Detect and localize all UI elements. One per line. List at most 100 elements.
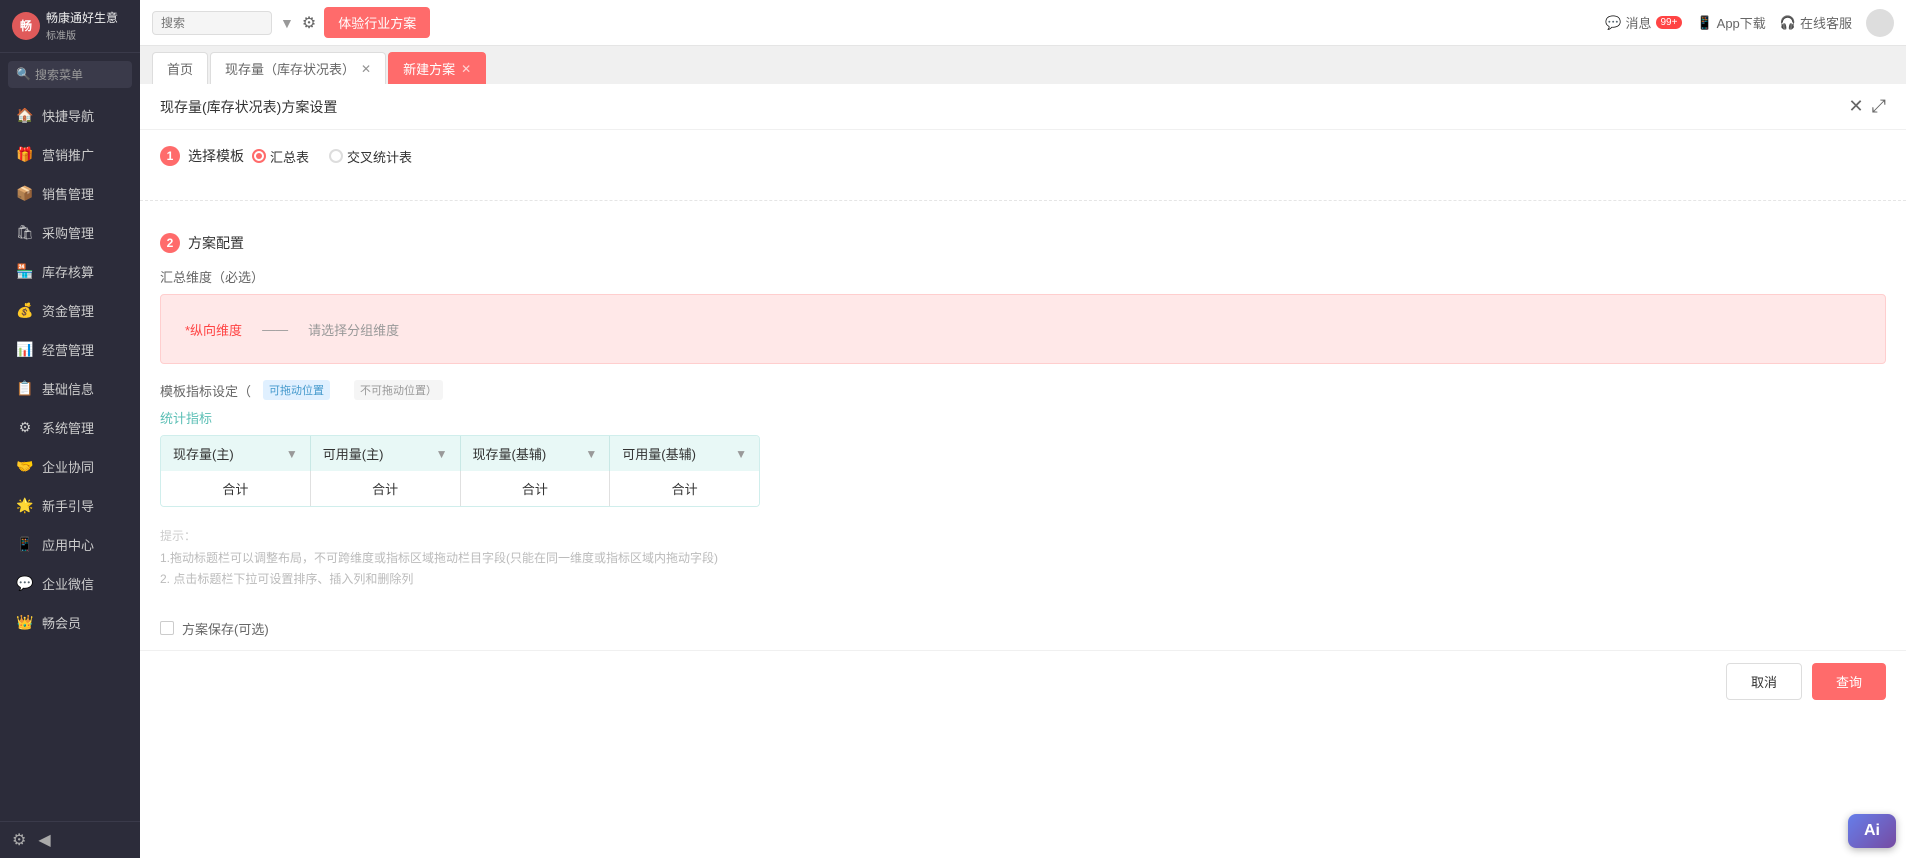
radio-summary[interactable]: 汇总表: [252, 147, 309, 166]
dimension-box: *纵向维度 —— 请选择分组维度: [160, 294, 1886, 364]
tips-section: 提示： 1.拖动标题栏可以调整布局，不可跨维度或指标区域拖动栏目字段(只能在同一…: [160, 526, 1886, 591]
industry-scheme-button[interactable]: 体验行业方案: [324, 7, 430, 38]
collapse-icon[interactable]: ◀: [38, 830, 50, 850]
sidebar-item-label: 系统管理: [42, 418, 94, 437]
sidebar-item-label: 资金管理: [42, 301, 94, 320]
settings-icon[interactable]: ⚙: [12, 830, 26, 850]
tab-new-scheme-close-icon[interactable]: ✕: [461, 62, 471, 76]
topbar-settings-icon[interactable]: ⚙: [302, 13, 316, 33]
sidebar-item-operations[interactable]: 📊 经营管理: [0, 330, 140, 369]
phone-icon: 📱: [1696, 15, 1712, 31]
tab-new-scheme[interactable]: 新建方案 ✕: [388, 52, 486, 84]
query-button[interactable]: 查询: [1812, 663, 1886, 700]
star-icon: 🌟: [16, 496, 34, 514]
col-header-1[interactable]: 现存量(主) ▼: [161, 436, 311, 471]
step2-number: 2: [160, 233, 180, 253]
col1-dropdown-icon[interactable]: ▼: [286, 447, 298, 461]
topbar-left: ▼ ⚙ 体验行业方案: [152, 7, 1593, 38]
message-item[interactable]: 💬 消息 99+: [1605, 13, 1682, 32]
home-icon: 🏠: [16, 106, 34, 124]
sidebar-item-sales[interactable]: 📦 销售管理: [0, 174, 140, 213]
page-header: 现存量(库存状况表)方案设置 ✕ ⤢: [140, 84, 1906, 130]
expand-panel-button[interactable]: ⤢: [1872, 96, 1886, 117]
col-cell-2: 合计: [311, 471, 461, 506]
dimension-field-required: *纵向维度: [185, 320, 242, 339]
sidebar-item-label: 新手引导: [42, 496, 94, 515]
gift-icon: 🎁: [16, 145, 34, 163]
sidebar-item-member[interactable]: 👑 畅会员: [0, 603, 140, 642]
chart-icon: 📊: [16, 340, 34, 358]
sidebar-item-cooperation[interactable]: 🤝 企业协同: [0, 447, 140, 486]
tab-inventory-close-icon[interactable]: ✕: [361, 62, 371, 76]
col-header-4[interactable]: 可用量(基辅) ▼: [610, 436, 759, 471]
action-bar: 取消 查询: [140, 650, 1906, 712]
ai-button[interactable]: Ai: [1848, 814, 1896, 848]
step1-number: 1: [160, 146, 180, 166]
col4-dropdown-icon[interactable]: ▼: [735, 447, 747, 461]
sidebar-item-inventory[interactable]: 🏪 库存核算: [0, 252, 140, 291]
radio-cross-circle: [329, 149, 343, 163]
crown-icon: 👑: [16, 613, 34, 631]
sidebar-item-label: 销售管理: [42, 184, 94, 203]
online-service-label: 在线客服: [1800, 13, 1852, 32]
col-cell-1: 合计: [161, 471, 311, 506]
sidebar-item-system[interactable]: ⚙ 系统管理: [0, 408, 140, 447]
save-scheme-label: 方案保存(可选): [182, 619, 269, 638]
app-icon: 📱: [16, 535, 34, 553]
sidebar-item-wechat[interactable]: 💬 企业微信: [0, 564, 140, 603]
dimension-label: 汇总维度（必选）: [160, 267, 1886, 286]
col3-dropdown-icon[interactable]: ▼: [585, 447, 597, 461]
sidebar-item-appcenter[interactable]: 📱 应用中心: [0, 525, 140, 564]
dropdown-arrow-icon[interactable]: ▼: [280, 15, 294, 31]
tab-home-label: 首页: [167, 59, 193, 78]
footer-save-section: 方案保存(可选): [140, 607, 1906, 650]
main-content: ▼ ⚙ 体验行业方案 💬 消息 99+ 📱 App下载 🎧 在线客服 首页: [140, 0, 1906, 858]
sidebar-item-purchase[interactable]: 🛍 采购管理: [0, 213, 140, 252]
tab-inventory-status[interactable]: 现存量（库存状况表） ✕: [210, 52, 386, 84]
sidebar-search[interactable]: 🔍 搜索菜单: [8, 61, 132, 88]
step2-section: 2 方案配置 汇总维度（必选） *纵向维度 —— 请选择分组维度 模板指标设定（…: [140, 217, 1906, 607]
close-panel-button[interactable]: ✕: [1849, 96, 1864, 117]
sidebar-item-basicinfo[interactable]: 📋 基础信息: [0, 369, 140, 408]
online-service-item[interactable]: 🎧 在线客服: [1780, 13, 1852, 32]
sidebar-item-newbie[interactable]: 🌟 新手引导: [0, 486, 140, 525]
message-badge: 99+: [1656, 16, 1683, 29]
topbar: ▼ ⚙ 体验行业方案 💬 消息 99+ 📱 App下载 🎧 在线客服: [140, 0, 1906, 46]
step1-title: 选择模板: [188, 146, 244, 166]
tab-new-scheme-label: 新建方案: [403, 59, 455, 78]
headset-icon: 🎧: [1780, 15, 1796, 31]
radio-summary-label: 汇总表: [270, 147, 309, 166]
user-avatar[interactable]: [1866, 9, 1894, 37]
tab-home[interactable]: 首页: [152, 52, 208, 84]
sidebar-item-label: 应用中心: [42, 535, 94, 554]
content-area: 现存量(库存状况表)方案设置 ✕ ⤢ 1 选择模板 汇总表 交叉统计表: [140, 84, 1906, 858]
tip-item-2: 2. 点击标题栏下拉可设置排序、插入列和删除列: [160, 569, 1886, 591]
sales-icon: 📦: [16, 184, 34, 202]
cancel-button[interactable]: 取消: [1726, 663, 1802, 700]
app-edition: 标准版: [46, 27, 118, 42]
sidebar-item-quicknav[interactable]: 🏠 快捷导航: [0, 96, 140, 135]
col-header-3[interactable]: 现存量(基辅) ▼: [461, 436, 611, 471]
sidebar-item-finance[interactable]: 💰 资金管理: [0, 291, 140, 330]
tab-inventory-label: 现存量（库存状况表）: [225, 59, 355, 78]
sidebar-item-label: 企业协同: [42, 457, 94, 476]
step-divider: [140, 200, 1906, 201]
dimension-placeholder[interactable]: 请选择分组维度: [308, 320, 399, 339]
step2-title: 方案配置: [188, 233, 244, 253]
radio-cross[interactable]: 交叉统计表: [329, 147, 412, 166]
sidebar-nav: 🏠 快捷导航 🎁 营销推广 📦 销售管理 🛍 采购管理 🏪 库存核算 💰 资金管…: [0, 96, 140, 821]
inventory-icon: 🏪: [16, 262, 34, 280]
page-title: 现存量(库存状况表)方案设置: [160, 97, 337, 117]
save-scheme-checkbox[interactable]: [160, 621, 174, 635]
purchase-icon: 🛍: [16, 223, 34, 241]
sidebar-item-marketing[interactable]: 🎁 营销推广: [0, 135, 140, 174]
stats-table: 现存量(主) ▼ 可用量(主) ▼ 现存量(基辅) ▼ 可用量(基辅) ▼: [160, 435, 760, 507]
app-download-item[interactable]: 📱 App下载: [1696, 13, 1765, 32]
col-header-2[interactable]: 可用量(主) ▼: [311, 436, 461, 471]
col-cell-4: 合计: [610, 471, 759, 506]
topbar-search-input[interactable]: [152, 11, 272, 35]
message-label: 消息: [1625, 13, 1651, 32]
step1-section: 1 选择模板 汇总表 交叉统计表: [140, 130, 1906, 196]
app-logo: 畅 畅康通好生意 标准版: [0, 0, 140, 53]
col2-dropdown-icon[interactable]: ▼: [436, 447, 448, 461]
